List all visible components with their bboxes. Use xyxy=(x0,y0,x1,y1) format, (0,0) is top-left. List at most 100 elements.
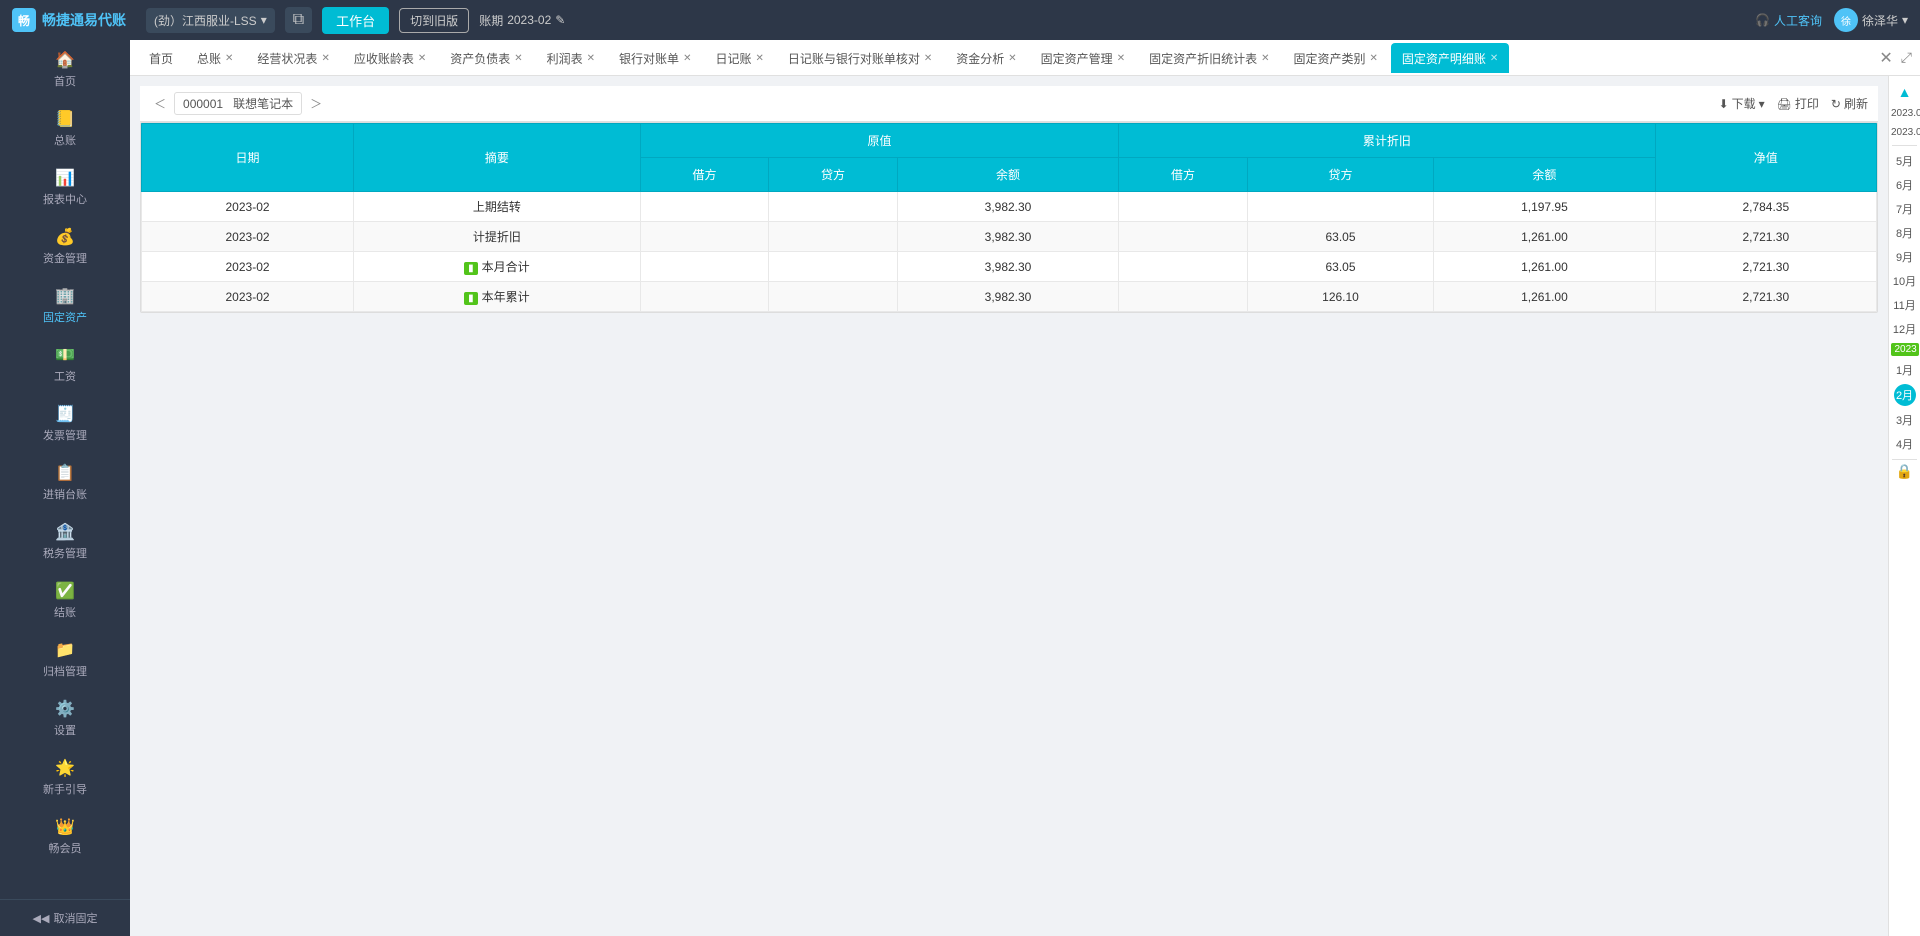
tab-fund-analysis[interactable]: 资金分析 ✕ xyxy=(945,43,1027,73)
top-right-area: 🎧 人工客询 徐 徐泽华 ▾ xyxy=(1755,8,1908,32)
company-selector[interactable]: (劲）江西服业-LSS ▾ xyxy=(146,8,275,33)
sidebar-item-guide[interactable]: 🌟 新手引导 xyxy=(0,748,130,807)
cell-orig-balance: 3,982.30 xyxy=(897,192,1118,222)
tab-close-icon[interactable]: ✕ xyxy=(1490,53,1498,64)
month-3[interactable]: 3月 xyxy=(1889,408,1920,432)
tab-ledger[interactable]: 总账 ✕ xyxy=(186,43,244,73)
sidebar-item-settings[interactable]: ⚙️ 设置 xyxy=(0,689,130,748)
closing-icon: ✅ xyxy=(55,581,75,601)
building-icon: 🏢 xyxy=(55,286,75,306)
print-button[interactable]: 🖨 打印 xyxy=(1777,95,1819,112)
close-tabs-icon[interactable]: ✕ xyxy=(1879,48,1892,68)
month-4[interactable]: 4月 xyxy=(1889,432,1920,456)
right-panel: ▲ 2023.02 2023.02 5月 6月 7月 8月 9月 10月 11月… xyxy=(1888,76,1920,936)
period-2023-02-top[interactable]: 2023.02 xyxy=(1889,104,1920,123)
sidebar-item-label: 首页 xyxy=(54,73,76,89)
tab-close-icon[interactable]: ✕ xyxy=(1117,53,1125,64)
service-button[interactable]: 🎧 人工客询 xyxy=(1755,12,1822,29)
refresh-button[interactable]: ↻ 刷新 xyxy=(1831,95,1868,112)
sidebar-item-report[interactable]: 📊 报表中心 xyxy=(0,158,130,217)
tab-close-icon[interactable]: ✕ xyxy=(755,53,763,64)
cell-dep-balance: 1,261.00 xyxy=(1434,222,1655,252)
sidebar-item-archive[interactable]: 📁 归档管理 xyxy=(0,630,130,689)
switch-version-button[interactable]: 切到旧版 xyxy=(399,8,469,33)
th-original-value: 原值 xyxy=(640,124,1118,158)
tab-close-icon[interactable]: ✕ xyxy=(1008,53,1016,64)
tab-close-icon[interactable]: ✕ xyxy=(514,53,522,64)
cell-orig-credit xyxy=(769,282,898,312)
sidebar-item-tax[interactable]: 🏦 税务管理 xyxy=(0,512,130,571)
tab-profit[interactable]: 利润表 ✕ xyxy=(536,43,606,73)
table-row[interactable]: 2023-02 ▮本月合计 3,982.30 63.05 1,261.00 2,… xyxy=(142,252,1877,282)
tab-label: 日记账与银行对账单核对 xyxy=(788,50,920,67)
sidebar-item-member[interactable]: 👑 畅会员 xyxy=(0,807,130,866)
prev-arrow[interactable]: ＜ xyxy=(150,93,170,114)
next-arrow[interactable]: ＞ xyxy=(306,93,326,114)
sidebar-item-fund[interactable]: 💰 资金管理 xyxy=(0,217,130,276)
month-1[interactable]: 1月 xyxy=(1889,358,1920,382)
tab-status[interactable]: 经营状况表 ✕ xyxy=(246,43,340,73)
tab-bar: 首页 总账 ✕ 经营状况表 ✕ 应收账龄表 ✕ 资产负债表 ✕ xyxy=(130,40,1920,76)
month-7[interactable]: 7月 xyxy=(1889,197,1920,221)
month-10[interactable]: 10月 xyxy=(1889,269,1920,293)
chevron-down-icon: ▾ xyxy=(1759,97,1765,111)
scroll-up-arrow[interactable]: ▲ xyxy=(1894,80,1916,104)
tab-journal[interactable]: 日记账 ✕ xyxy=(704,43,774,73)
lock-icon[interactable]: 🔒 xyxy=(1896,463,1913,480)
settings-icon: ⚙️ xyxy=(55,699,75,719)
tab-close-icon[interactable]: ✕ xyxy=(924,53,932,64)
table-row[interactable]: 2023-02 计提折旧 3,982.30 63.05 1,261.00 2,7… xyxy=(142,222,1877,252)
sidebar-item-fixed-asset[interactable]: 🏢 固定资产 xyxy=(0,276,130,335)
tab-fa-category[interactable]: 固定资产类别 ✕ xyxy=(1282,43,1388,73)
tab-close-icon[interactable]: ✕ xyxy=(321,53,329,64)
workspace-button[interactable]: 工作台 xyxy=(322,7,389,34)
tab-fa-dep-stat[interactable]: 固定资产折旧统计表 ✕ xyxy=(1138,43,1280,73)
tab-close-icon[interactable]: ✕ xyxy=(587,53,595,64)
sidebar-item-sales[interactable]: 📋 进销台账 xyxy=(0,453,130,512)
sidebar-item-label: 畅会员 xyxy=(49,840,82,856)
tab-fa-detail[interactable]: 固定资产明细账 ✕ xyxy=(1391,43,1509,73)
download-button[interactable]: ⬇ 下载 ▾ xyxy=(1719,95,1765,112)
month-5[interactable]: 5月 xyxy=(1889,149,1920,173)
copy-button[interactable]: ⧉ xyxy=(285,7,312,33)
user-info[interactable]: 徐 徐泽华 ▾ xyxy=(1834,8,1908,32)
th-dep-balance: 余额 xyxy=(1434,158,1655,192)
tab-close-icon[interactable]: ✕ xyxy=(1370,53,1378,64)
table-row[interactable]: 2023-02 上期结转 3,982.30 1,197.95 2,784.35 xyxy=(142,192,1877,222)
table-row[interactable]: 2023-02 ▮本年累计 3,982.30 126.10 1,261.00 2… xyxy=(142,282,1877,312)
breadcrumb: ＜ 000001 联想笔记本 ＞ xyxy=(150,92,326,115)
period-2023-02-2[interactable]: 2023.02 xyxy=(1889,123,1920,142)
headset-icon: 🎧 xyxy=(1755,13,1770,27)
month-9[interactable]: 9月 xyxy=(1889,245,1920,269)
cell-date: 2023-02 xyxy=(142,222,354,252)
sidebar-item-home[interactable]: 🏠 首页 xyxy=(0,40,130,99)
tab-bank-statement[interactable]: 银行对账单 ✕ xyxy=(608,43,702,73)
sidebar-item-invoice[interactable]: 🧾 发票管理 xyxy=(0,394,130,453)
tab-close-icon[interactable]: ✕ xyxy=(683,53,691,64)
tab-close-icon[interactable]: ✕ xyxy=(225,53,233,64)
sidebar-item-salary[interactable]: 💵 工资 xyxy=(0,335,130,394)
month-12[interactable]: 12月 xyxy=(1889,317,1920,341)
tab-close-icon[interactable]: ✕ xyxy=(1261,53,1269,64)
sidebar-bottom: ◀◀ 取消固定 xyxy=(0,899,130,936)
maximize-icon[interactable]: ⤢ xyxy=(1901,49,1912,66)
cell-net-value: 2,721.30 xyxy=(1655,222,1876,252)
tab-balance[interactable]: 资产负债表 ✕ xyxy=(439,43,533,73)
month-2-active[interactable]: 2月 xyxy=(1894,384,1916,406)
tab-fa-mgmt[interactable]: 固定资产管理 ✕ xyxy=(1030,43,1136,73)
sidebar-item-label: 结账 xyxy=(54,604,76,620)
sidebar-item-closing[interactable]: ✅ 结账 xyxy=(0,571,130,630)
sidebar-item-ledger[interactable]: 📒 总账 xyxy=(0,99,130,158)
month-11[interactable]: 11月 xyxy=(1889,293,1920,317)
tab-home[interactable]: 首页 xyxy=(138,43,184,73)
breadcrumb-item[interactable]: 000001 联想笔记本 xyxy=(174,92,302,115)
tab-close-icon[interactable]: ✕ xyxy=(418,53,426,64)
sidebar-item-label: 报表中心 xyxy=(43,191,87,207)
download-label: 下载 xyxy=(1732,95,1756,112)
tab-bank-verify[interactable]: 日记账与银行对账单核对 ✕ xyxy=(777,43,943,73)
month-8[interactable]: 8月 xyxy=(1889,221,1920,245)
month-6[interactable]: 6月 xyxy=(1889,173,1920,197)
unpin-button[interactable]: ◀◀ 取消固定 xyxy=(0,900,130,936)
tab-receivable[interactable]: 应收账龄表 ✕ xyxy=(343,43,437,73)
edit-period-icon[interactable]: ✎ xyxy=(555,13,565,27)
